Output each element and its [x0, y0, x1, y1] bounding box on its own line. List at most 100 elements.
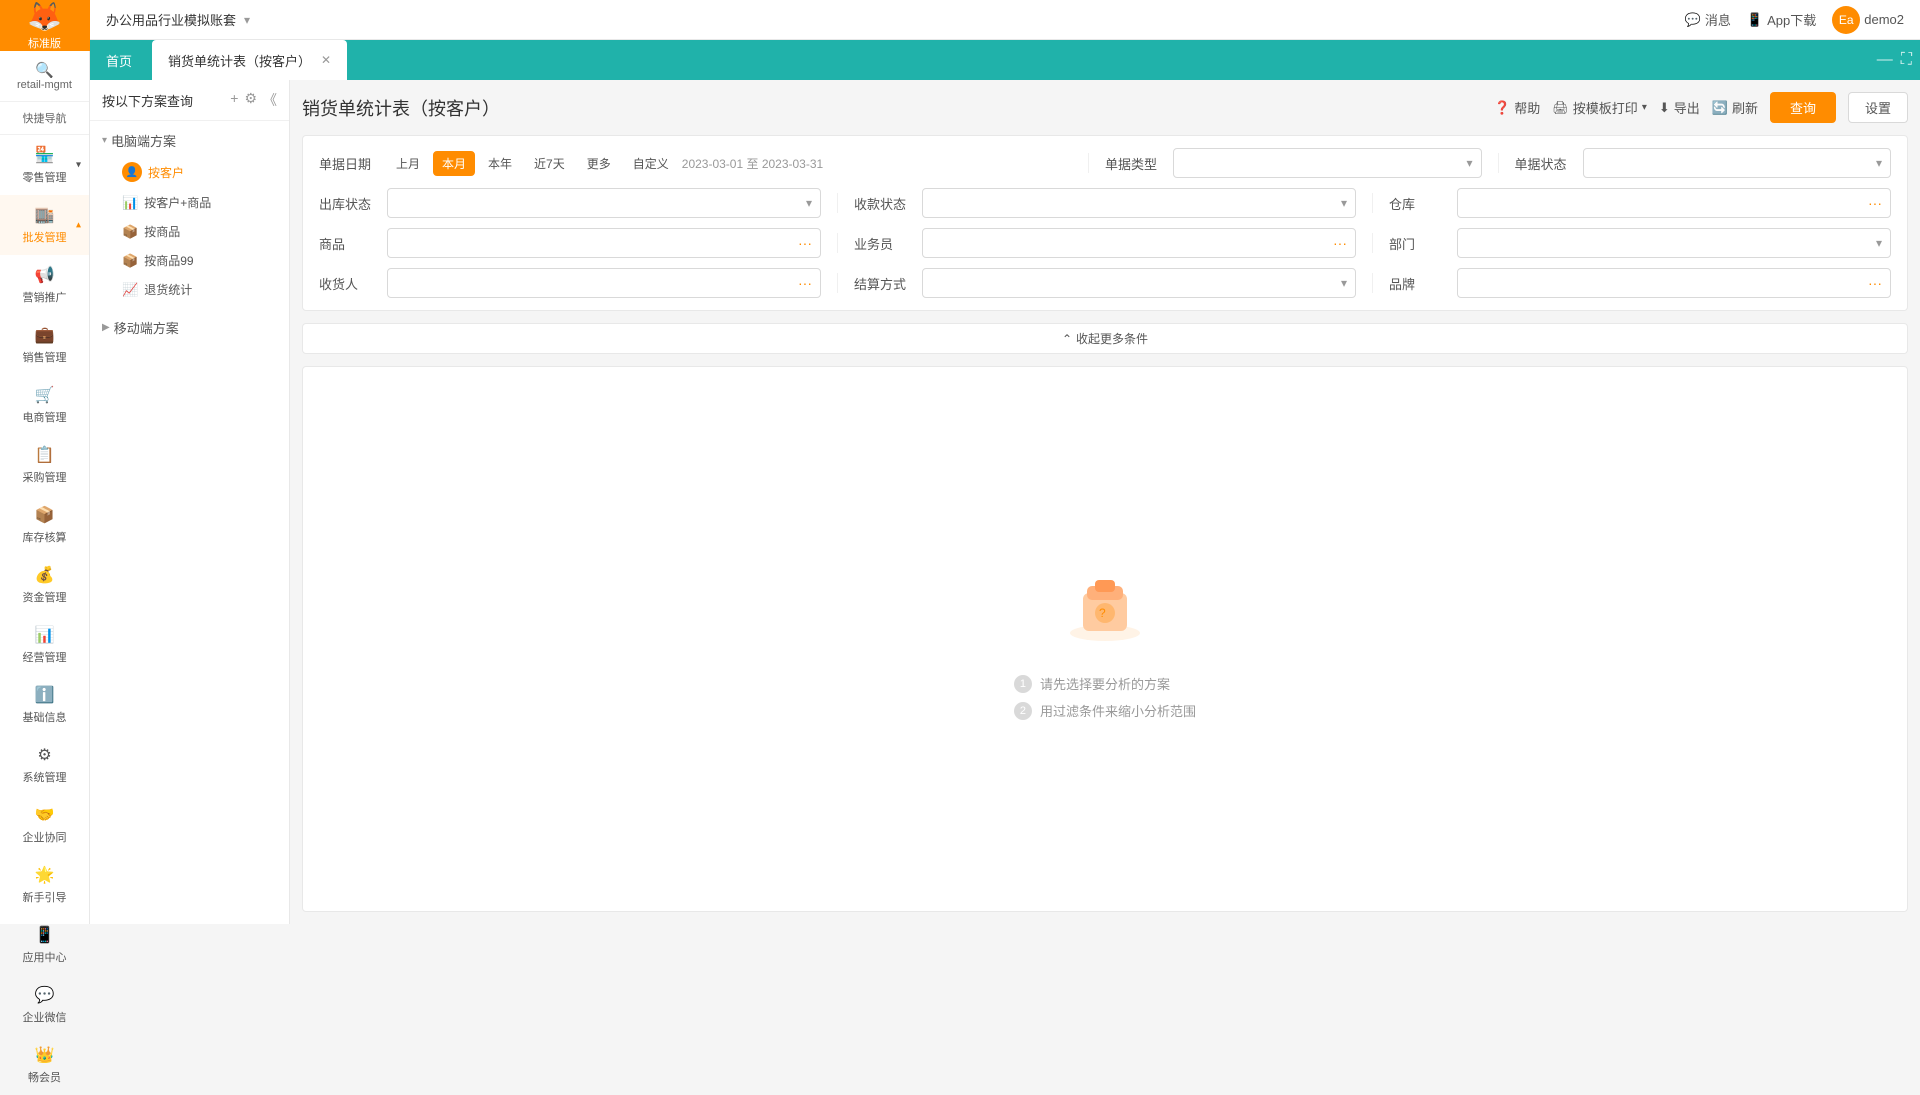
collection-status-input[interactable]: ▾	[922, 188, 1356, 218]
logo[interactable]: 🦊 标准版	[0, 0, 90, 51]
settings-scheme-icon[interactable]: ⚙	[244, 90, 257, 110]
salesperson-dots-icon[interactable]: ···	[1333, 235, 1347, 251]
tip-num-1: 1	[1014, 675, 1032, 693]
date-btn-last-7-days[interactable]: 近7天	[525, 151, 574, 176]
industry-title: 办公用品行业模拟账套	[106, 10, 236, 29]
add-scheme-icon[interactable]: +	[230, 90, 238, 110]
page-title-bar: 销货单统计表（按客户） ❓ 帮助 🖨 按模板打印 ▾ ⬇ 导出	[302, 92, 1908, 123]
collapse-conditions-bar[interactable]: ⌃ 收起更多条件	[302, 323, 1908, 354]
sidebar-item-enterprise[interactable]: 🤝 企业协同	[0, 795, 89, 855]
doc-type-input[interactable]: ▾	[1173, 148, 1482, 178]
sidebar-item-system[interactable]: ⚙ 系统管理	[0, 735, 89, 795]
department-input[interactable]: ▾	[1457, 228, 1891, 258]
sidebar-search[interactable]: 🔍 retail-mgmt	[0, 51, 89, 102]
sidebar-item-purchase[interactable]: 📋 采购管理	[0, 435, 89, 495]
tip-num-2: 2	[1014, 702, 1032, 720]
date-btn-last-month[interactable]: 上月	[387, 151, 429, 176]
tree-desktop-toggle[interactable]: ▾ 电脑端方案	[90, 125, 289, 156]
tree-item-by-goods-99[interactable]: 📦 按商品99	[90, 246, 289, 275]
tip-text-1: 请先选择要分析的方案	[1040, 674, 1170, 693]
tree-item-by-customer-label: 按客户	[148, 164, 184, 181]
print-btn[interactable]: 🖨 按模板打印 ▾	[1552, 98, 1647, 117]
tab-home[interactable]: 首页	[90, 40, 148, 80]
date-range-text: 2023-03-01 至 2023-03-31	[682, 155, 823, 172]
filter-row-date: 单据日期 上月 本月 本年 近7天 更多 自定义 2023-03-01 至 20…	[319, 148, 1891, 178]
topbar-right: 💬 消息 📱 App下载 Ea demo2	[1685, 6, 1904, 34]
sidebar-item-wholesale-mgmt[interactable]: 🏬 批发管理 ▴	[0, 195, 89, 255]
industry-dropdown-icon[interactable]: ▾	[244, 13, 250, 27]
goods-dots-icon[interactable]: ···	[798, 235, 812, 251]
sidebar-item-new-guide[interactable]: 🌟 新手引导	[0, 855, 89, 915]
collapse-panel-icon[interactable]: 《	[263, 90, 277, 110]
tree-item-by-customer-goods[interactable]: 📊 按客户+商品	[90, 188, 289, 217]
tab-close-icon[interactable]: ✕	[321, 53, 331, 67]
sidebar-item-inventory[interactable]: 📦 库存核算	[0, 495, 89, 555]
sidebar-item-marketing[interactable]: 📢 营销推广	[0, 255, 89, 315]
sidebar-item-app-center[interactable]: 📱 应用中心	[0, 915, 89, 975]
empty-tips: 1 请先选择要分析的方案 2 用过滤条件来缩小分析范围	[1014, 674, 1196, 720]
settings-button[interactable]: 设置	[1848, 92, 1908, 123]
app-center-icon: 📱	[35, 925, 55, 945]
sidebar-item-wechat[interactable]: 💬 企业微信	[0, 975, 89, 1035]
sidebar-nav-item[interactable]: 快捷导航	[0, 102, 89, 135]
sidebar-search-label: retail-mgmt	[0, 79, 89, 91]
sidebar-item-basic-info[interactable]: ℹ️ 基础信息	[0, 675, 89, 735]
date-btn-current-year[interactable]: 本年	[479, 151, 521, 176]
tree-desktop-label: 电脑端方案	[111, 131, 176, 150]
tab-sales-stats[interactable]: 销货单统计表（按客户） ✕	[152, 40, 347, 80]
tab-maximize-icon[interactable]: ⛶	[1901, 51, 1912, 69]
settlement-input[interactable]: ▾	[922, 268, 1356, 298]
filter-row-status: 出库状态 ▾ 收款状态 ▾	[319, 188, 1891, 218]
recipient-dots-icon[interactable]: ···	[798, 275, 812, 291]
doc-status-input[interactable]: ▾	[1583, 148, 1892, 178]
sidebar-item-label: 营销推广	[23, 289, 67, 305]
brand-dots-icon[interactable]: ···	[1868, 275, 1882, 291]
help-btn[interactable]: ❓ 帮助	[1494, 98, 1540, 117]
date-btn-current-month[interactable]: 本月	[433, 151, 475, 176]
tabbar-actions: — ⛶	[1877, 51, 1920, 69]
sidebar-item-label: 系统管理	[23, 769, 67, 785]
sidebar-item-operation[interactable]: 📊 经营管理	[0, 615, 89, 675]
out-status-input[interactable]: ▾	[387, 188, 821, 218]
goods-input[interactable]: ···	[387, 228, 821, 258]
export-btn[interactable]: ⬇ 导出	[1659, 98, 1700, 117]
warehouse-input[interactable]: ···	[1457, 188, 1891, 218]
sidebar-item-finance[interactable]: 💰 资金管理	[0, 555, 89, 615]
tab-minimize-icon[interactable]: —	[1877, 51, 1893, 69]
tree-mobile-toggle[interactable]: ▶ 移动端方案	[90, 312, 289, 343]
sidebar-item-sales-mgmt[interactable]: 💼 销售管理	[0, 315, 89, 375]
sidebar-item-retail-mgmt[interactable]: 🏪 零售管理 ▾	[0, 135, 89, 195]
filter-goods-item: 商品 ···	[319, 228, 821, 258]
return-stats-icon: 📈	[122, 282, 138, 298]
sidebar-item-ecommerce[interactable]: 🛒 电商管理	[0, 375, 89, 435]
tree-item-by-customer[interactable]: 👤 按客户	[90, 156, 289, 188]
brand-label: 品牌	[1389, 274, 1449, 293]
user-profile[interactable]: Ea demo2	[1832, 6, 1904, 34]
filter-brand-item: 品牌 ···	[1389, 268, 1891, 298]
filter-salesperson-item: 业务员 ···	[854, 228, 1356, 258]
recipient-input[interactable]: ···	[387, 268, 821, 298]
tree-item-return-stats[interactable]: 📈 退货统计	[90, 275, 289, 304]
tree-toggle-icon: ▾	[102, 135, 107, 146]
filter-form: 单据日期 上月 本月 本年 近7天 更多 自定义 2023-03-01 至 20…	[302, 135, 1908, 311]
date-btn-more[interactable]: 更多	[578, 151, 620, 176]
sidebar-item-member[interactable]: 👑 畅会员	[0, 1035, 89, 1095]
salesperson-input[interactable]: ···	[922, 228, 1356, 258]
query-button[interactable]: 查询	[1770, 92, 1836, 123]
app-download-btn[interactable]: 📱 App下载	[1747, 10, 1816, 29]
content-area: 按以下方案查询 + ⚙ 《 ▾ 电脑端方案 👤 按客户 📊 按	[90, 80, 1920, 924]
date-label: 单据日期	[319, 154, 379, 173]
tree-item-by-goods[interactable]: 📦 按商品	[90, 217, 289, 246]
warehouse-dots-icon[interactable]: ···	[1868, 195, 1882, 211]
refresh-btn[interactable]: 🔄 刷新	[1712, 98, 1758, 117]
filter-doc-status-item: 单据状态 ▾	[1515, 148, 1892, 178]
sales-icon: 💼	[35, 325, 55, 345]
left-panel-header: 按以下方案查询 + ⚙ 《	[90, 80, 289, 121]
message-btn[interactable]: 💬 消息	[1685, 10, 1731, 29]
date-btn-custom[interactable]: 自定义	[624, 151, 678, 176]
department-dropdown-icon: ▾	[1876, 236, 1882, 250]
logo-icon: 🦊	[27, 0, 62, 33]
brand-input[interactable]: ···	[1457, 268, 1891, 298]
warehouse-label: 仓库	[1389, 194, 1449, 213]
tip-text-2: 用过滤条件来缩小分析范围	[1040, 701, 1196, 720]
